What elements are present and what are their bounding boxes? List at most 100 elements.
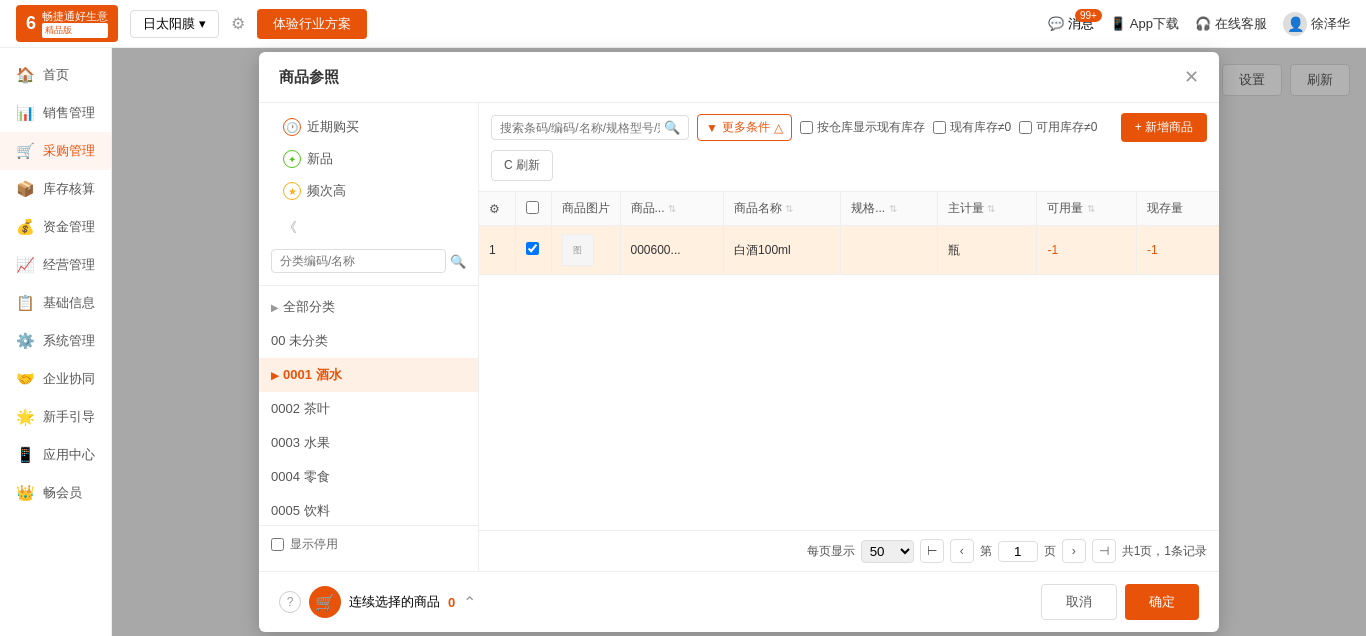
divider: [259, 285, 478, 286]
nav-right: 💬 消息 99+ 📱 App下载 🎧 在线客服 👤 徐泽华: [1048, 12, 1350, 36]
quick-filters: 🕐 近期购买 ✦ 新品 ★ 频次高: [259, 111, 478, 215]
available-checkbox-label[interactable]: 现有库存≠0: [933, 119, 1011, 136]
system-icon: ⚙️: [16, 332, 35, 350]
row-spec-cell: [841, 226, 938, 275]
col-spec-header[interactable]: 规格... ⇅: [841, 192, 938, 226]
product-table: ⚙ 商品图片 商品... ⇅ 商品名称 ⇅ 规格... ⇅ 主计量 ⇅ 可用量 …: [479, 192, 1219, 275]
modal-close-button[interactable]: ✕: [1184, 66, 1199, 88]
cart-area: ? 🛒 连续选择的商品 0 ⌃: [279, 586, 1029, 618]
next-page-button[interactable]: ›: [1062, 539, 1086, 563]
table-row[interactable]: 1 图 000600... 白酒100ml 瓶: [479, 226, 1219, 275]
message-link[interactable]: 💬 消息 99+: [1048, 15, 1094, 33]
store-dropdown[interactable]: 日太阳膜 ▾: [130, 10, 219, 38]
service-link[interactable]: 🎧 在线客服: [1195, 15, 1267, 33]
collab-icon: 🤝: [16, 370, 35, 388]
sidebar-item-sales[interactable]: 📊 销售管理: [0, 94, 111, 132]
sidebar-item-guide[interactable]: 🌟 新手引导: [0, 398, 111, 436]
category-liquor[interactable]: ▶ 0001 酒水: [259, 358, 478, 392]
user-menu[interactable]: 👤 徐泽华: [1283, 12, 1350, 36]
cancel-button[interactable]: 取消: [1041, 584, 1117, 620]
show-disabled-area: 显示停用: [259, 525, 478, 563]
app-download-link[interactable]: 📱 App下载: [1110, 15, 1179, 33]
help-icon[interactable]: ?: [279, 591, 301, 613]
add-product-button[interactable]: + 新增商品: [1121, 113, 1207, 142]
modal-title: 商品参照: [279, 68, 339, 87]
page-input[interactable]: [998, 541, 1038, 562]
filter-label: 更多条件: [722, 119, 770, 136]
quick-new-label: 新品: [307, 150, 333, 168]
category-snack[interactable]: 0004 零食: [259, 460, 478, 494]
inventory-icon: 📦: [16, 180, 35, 198]
home-icon: 🏠: [16, 66, 35, 84]
category-fruit[interactable]: 0003 水果: [259, 426, 478, 460]
confirm-button[interactable]: 确定: [1125, 584, 1199, 620]
sidebar-label-sales: 销售管理: [43, 104, 95, 122]
col-code-header[interactable]: 商品... ⇅: [620, 192, 724, 226]
sidebar-item-basic[interactable]: 📋 基础信息: [0, 284, 111, 322]
modal-body: 🕐 近期购买 ✦ 新品 ★ 频次高: [259, 103, 1219, 571]
cart-expand-icon[interactable]: ⌃: [463, 593, 476, 612]
first-page-button[interactable]: ⊢: [920, 539, 944, 563]
sidebar-label-guide: 新手引导: [43, 408, 95, 426]
sidebar-item-purchase[interactable]: 🛒 采购管理: [0, 132, 111, 170]
sidebar-item-business[interactable]: 📈 经营管理: [0, 246, 111, 284]
top-nav: 6 畅捷通好生意 精品版 日太阳膜 ▾ ⚙ 体验行业方案 💬 消息 99+ 📱 …: [0, 0, 1366, 48]
col-available-header[interactable]: 可用量 ⇅: [1037, 192, 1137, 226]
more-filter-button[interactable]: ▼ 更多条件 △: [697, 114, 792, 141]
row-img-cell: 图: [551, 226, 620, 275]
col-img-header: 商品图片: [551, 192, 620, 226]
sidebar-label-basic: 基础信息: [43, 294, 95, 312]
usable-checkbox-label[interactable]: 可用库存≠0: [1019, 119, 1097, 136]
usable-checkbox[interactable]: [1019, 121, 1032, 134]
sort-icon3: ⇅: [889, 203, 897, 214]
row-checkbox[interactable]: [526, 242, 539, 255]
category-search-icon[interactable]: 🔍: [450, 254, 466, 269]
cart-icon-wrap[interactable]: 🛒: [309, 586, 341, 618]
gear-icon[interactable]: ⚙: [231, 14, 245, 33]
quick-recent[interactable]: 🕐 近期购买: [271, 111, 466, 143]
avatar: 👤: [1283, 12, 1307, 36]
cart-label: 连续选择的商品: [349, 593, 440, 611]
available-checkbox[interactable]: [933, 121, 946, 134]
col-unit-header[interactable]: 主计量 ⇅: [937, 192, 1037, 226]
sidebar: 🏠 首页 📊 销售管理 🛒 采购管理 📦 库存核算 💰 资金管理 📈 经营管理 …: [0, 48, 112, 636]
warehouse-checkbox[interactable]: [800, 121, 813, 134]
show-disabled-checkbox[interactable]: [271, 538, 284, 551]
sidebar-item-apps[interactable]: 📱 应用中心: [0, 436, 111, 474]
col-name-header[interactable]: 商品名称 ⇅: [724, 192, 841, 226]
sidebar-item-member[interactable]: 👑 畅会员: [0, 474, 111, 512]
category-drink[interactable]: 0005 饮料: [259, 494, 478, 525]
category-tea[interactable]: 0002 茶叶: [259, 392, 478, 426]
logo-area: 6 畅捷通好生意 精品版: [16, 5, 118, 42]
cart-icon: 🛒: [315, 593, 335, 612]
product-search-icon[interactable]: 🔍: [664, 120, 680, 135]
basic-icon: 📋: [16, 294, 35, 312]
sidebar-item-home[interactable]: 🏠 首页: [0, 56, 111, 94]
col-checkbox[interactable]: [515, 192, 551, 226]
col-settings[interactable]: ⚙: [479, 192, 515, 226]
logo-text: 畅捷通好生意: [42, 9, 108, 23]
per-page-select[interactable]: 50 100: [861, 540, 914, 563]
page-suffix: 页: [1044, 543, 1056, 560]
logo-icon: 6: [26, 13, 36, 34]
sidebar-item-collab[interactable]: 🤝 企业协同: [0, 360, 111, 398]
category-unclassified[interactable]: 00 未分类: [259, 324, 478, 358]
prev-page-button[interactable]: ‹: [950, 539, 974, 563]
warehouse-checkbox-label[interactable]: 按仓库显示现有库存: [800, 119, 925, 136]
last-page-button[interactable]: ⊣: [1092, 539, 1116, 563]
product-search-input[interactable]: [500, 121, 660, 135]
member-icon: 👑: [16, 484, 35, 502]
row-checkbox-cell[interactable]: [515, 226, 551, 275]
category-search-input[interactable]: [271, 249, 446, 273]
collapse-button[interactable]: 《: [271, 215, 309, 241]
trial-button[interactable]: 体验行业方案: [257, 9, 367, 39]
refresh-product-button[interactable]: C 刷新: [491, 150, 553, 181]
category-drink-label: 0005 饮料: [271, 502, 330, 520]
quick-new[interactable]: ✦ 新品: [271, 143, 466, 175]
category-all[interactable]: ▶ 全部分类: [259, 290, 478, 324]
sidebar-item-system[interactable]: ⚙️ 系统管理: [0, 322, 111, 360]
sidebar-item-inventory[interactable]: 📦 库存核算: [0, 170, 111, 208]
sidebar-item-finance[interactable]: 💰 资金管理: [0, 208, 111, 246]
quick-frequent[interactable]: ★ 频次高: [271, 175, 466, 207]
select-all-checkbox[interactable]: [526, 201, 539, 214]
